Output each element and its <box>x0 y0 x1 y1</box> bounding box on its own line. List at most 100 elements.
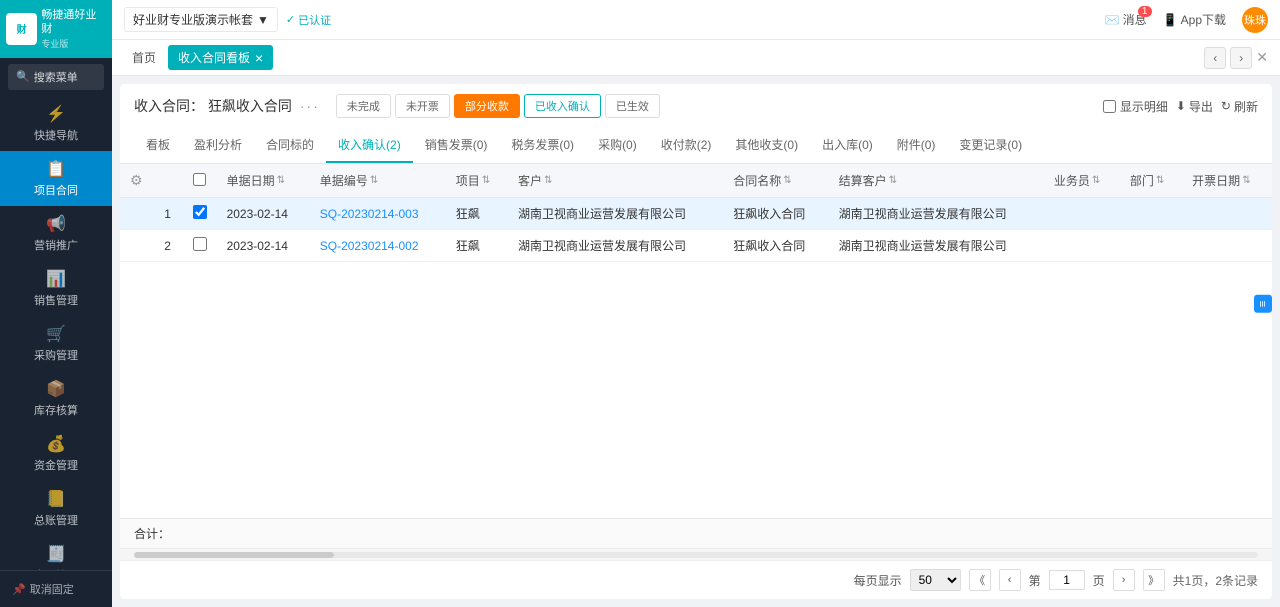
row-department-1 <box>1120 230 1182 262</box>
tab-close-button[interactable]: ✕ <box>1256 49 1268 66</box>
chevron-down-icon: ▼ <box>257 13 269 27</box>
sub-tab-revenue-confirm[interactable]: 收入确认(2) <box>326 128 413 163</box>
sidebar: 财 畅捷通好业财 专业版 🔍 搜索菜单 ⚡ 快捷导航 📋 项目合同 📢 营销推广… <box>0 0 112 607</box>
row-date-1: 2023-02-14 <box>217 230 310 262</box>
show-details-checkbox[interactable]: 显示明细 <box>1103 98 1168 115</box>
next-page-button[interactable]: › <box>1113 569 1135 591</box>
tab-close-icon[interactable]: × <box>255 51 263 65</box>
sidebar-item-purchase[interactable]: 🛒 采购管理 <box>0 316 112 371</box>
sidebar-search-area: 🔍 搜索菜单 <box>0 58 112 96</box>
horizontal-scrollbar[interactable] <box>120 548 1272 560</box>
sidebar-item-quick-nav[interactable]: ⚡ 快捷导航 <box>0 96 112 151</box>
last-page-button[interactable]: 》 <box>1143 569 1165 591</box>
more-options-button[interactable]: ··· <box>300 98 320 114</box>
select-all-checkbox[interactable] <box>193 173 206 186</box>
col-invoice-date: 开票日期⇅ <box>1182 164 1272 198</box>
refresh-button[interactable]: ↻ 刷新 <box>1221 98 1258 115</box>
row-num-1: 2 <box>153 230 183 262</box>
message-icon: ✉️ <box>1105 13 1120 27</box>
row-contract-name-1: 狂飙收入合同 <box>723 230 828 262</box>
table-row[interactable]: 1 2023-02-14 SQ-20230214-003 狂飙 湖南卫视商业运营… <box>120 198 1272 230</box>
status-no-invoice-button[interactable]: 未开票 <box>395 94 450 118</box>
company-selector[interactable]: 好业财专业版演示帐套 ▼ <box>124 7 278 32</box>
per-page-select[interactable]: 50 20 100 <box>910 569 961 591</box>
row-salesperson-0 <box>1044 198 1120 230</box>
sub-tab-kanban[interactable]: 看板 <box>134 128 182 163</box>
first-page-button[interactable]: 《 <box>969 569 991 591</box>
tab-next-button[interactable]: › <box>1230 47 1252 69</box>
table-row[interactable]: 2 2023-02-14 SQ-20230214-002 狂飙 湖南卫视商业运营… <box>120 230 1272 262</box>
row-checkbox-cell-1 <box>183 230 217 262</box>
sort-customer-icon[interactable]: ⇅ <box>544 175 552 186</box>
tab-prev-button[interactable]: ‹ <box>1204 47 1226 69</box>
logo-sub: 专业版 <box>41 37 106 50</box>
sort-number-icon[interactable]: ⇅ <box>370 175 378 186</box>
search-menu-button[interactable]: 🔍 搜索菜单 <box>8 64 104 90</box>
row-invoice-date-1 <box>1182 230 1272 262</box>
sort-contract-name-icon[interactable]: ⇅ <box>783 175 791 186</box>
page-number-input[interactable] <box>1049 570 1085 590</box>
sidebar-item-accounting[interactable]: 📒 总账管理 <box>0 481 112 536</box>
scrollbar-thumb[interactable] <box>134 552 334 558</box>
sub-tab-warehouse[interactable]: 出入库(0) <box>810 128 885 163</box>
accounting-icon: 📒 <box>46 489 66 509</box>
status-effective-button[interactable]: 已生效 <box>605 94 660 118</box>
sort-billing-icon[interactable]: ⇅ <box>889 175 897 186</box>
col-project: 项目⇅ <box>446 164 508 198</box>
status-confirmed-button[interactable]: 已收入确认 <box>524 94 601 118</box>
row-settings-0 <box>120 198 153 230</box>
purchase-icon: 🛒 <box>46 324 66 344</box>
show-details-input[interactable] <box>1103 100 1116 113</box>
sub-tab-tax-invoice[interactable]: 税务发票(0) <box>499 128 586 163</box>
row-billing-customer-1: 湖南卫视商业运营发展有限公司 <box>829 230 1044 262</box>
sub-tab-purchase[interactable]: 采购(0) <box>586 128 649 163</box>
col-number: 单据编号⇅ <box>310 164 446 198</box>
cancel-pin-button[interactable]: 📌 取消固定 <box>8 577 104 601</box>
contract-title: 收入合同： 狂飙收入合同 <box>134 96 292 116</box>
sub-tab-sales-invoice[interactable]: 销售发票(0) <box>413 128 500 163</box>
settings-icon[interactable]: ⚙ <box>130 172 143 188</box>
col-num <box>153 164 183 198</box>
sort-date-icon[interactable]: ⇅ <box>277 175 285 186</box>
status-partial-button[interactable]: 部分收款 <box>454 94 520 118</box>
message-button[interactable]: ✉️ 消息 1 <box>1105 11 1147 28</box>
refresh-icon: ↻ <box>1221 99 1231 113</box>
sub-tab-target[interactable]: 合同标的 <box>254 128 326 163</box>
header-actions: 显示明细 ⬇ 导出 ↻ 刷新 <box>1103 98 1258 115</box>
sub-tab-attachments[interactable]: 附件(0) <box>885 128 948 163</box>
row-checkbox-0[interactable] <box>193 205 207 219</box>
page-label: 第 <box>1029 572 1041 589</box>
row-department-0 <box>1120 198 1182 230</box>
export-button[interactable]: ⬇ 导出 <box>1176 98 1213 115</box>
current-tab[interactable]: 收入合同看板 × <box>168 45 273 70</box>
sidebar-item-marketing[interactable]: 📢 营销推广 <box>0 206 112 261</box>
sort-project-icon[interactable]: ⇅ <box>482 175 490 186</box>
sidebar-item-inventory[interactable]: 📦 库存核算 <box>0 371 112 426</box>
user-avatar-button[interactable]: 珠珠 <box>1242 7 1268 33</box>
sub-tab-payment[interactable]: 收付款(2) <box>649 128 724 163</box>
page-total: 共1页，2条记录 <box>1173 572 1258 589</box>
row-number-link-1[interactable]: SQ-20230214-002 <box>320 239 419 253</box>
avatar: 珠珠 <box>1242 7 1268 33</box>
row-contract-name-0: 狂飙收入合同 <box>723 198 828 230</box>
row-number-link-0[interactable]: SQ-20230214-003 <box>320 207 419 221</box>
sidebar-item-funds[interactable]: 💰 资金管理 <box>0 426 112 481</box>
tab-nav-arrows: ‹ › ✕ <box>1204 47 1268 69</box>
row-checkbox-1[interactable] <box>193 237 207 251</box>
sort-invoice-date-icon[interactable]: ⇅ <box>1242 175 1250 186</box>
sidebar-item-invoice[interactable]: 🧾 发票管理 <box>0 536 112 570</box>
status-incomplete-button[interactable]: 未完成 <box>336 94 391 118</box>
side-note-panel[interactable]: ≡ <box>1254 294 1272 312</box>
search-icon: 🔍 <box>16 70 30 83</box>
prev-page-button[interactable]: ‹ <box>999 569 1021 591</box>
sub-tab-profit[interactable]: 盈利分析 <box>182 128 254 163</box>
per-page-label: 每页显示 <box>854 572 902 589</box>
sub-tab-changes[interactable]: 变更记录(0) <box>947 128 1034 163</box>
sidebar-item-project-contract[interactable]: 📋 项目合同 <box>0 151 112 206</box>
app-download-button[interactable]: 📱 App下载 <box>1163 11 1226 28</box>
home-tab[interactable]: 首页 <box>124 45 164 70</box>
sort-department-icon[interactable]: ⇅ <box>1156 175 1164 186</box>
sort-salesperson-icon[interactable]: ⇅ <box>1092 175 1100 186</box>
sub-tab-other[interactable]: 其他收支(0) <box>723 128 810 163</box>
sidebar-item-sales[interactable]: 📊 销售管理 <box>0 261 112 316</box>
